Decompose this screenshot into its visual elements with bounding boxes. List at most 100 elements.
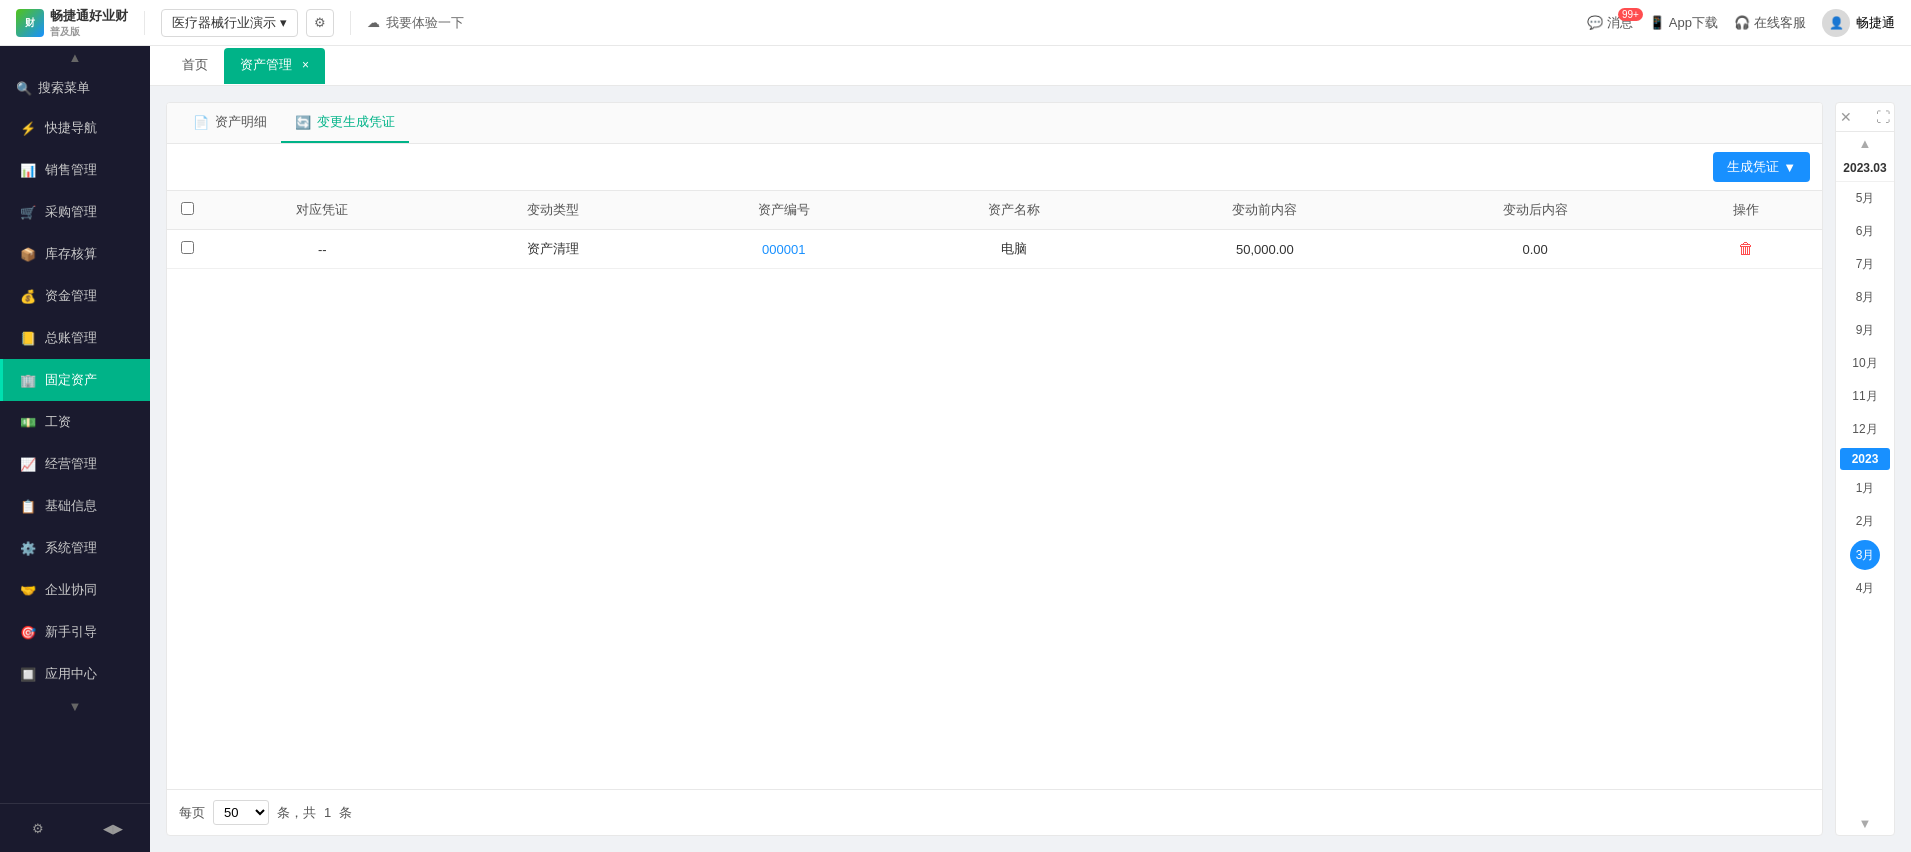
header-before-change: 变动前内容	[1130, 191, 1400, 230]
sidebar-item-app-center[interactable]: 🔲 应用中心	[0, 653, 150, 695]
sidebar-item-sales[interactable]: 📊 销售管理	[0, 149, 150, 191]
sidebar-bottom: ⚙ ◀▶	[0, 803, 150, 852]
experience-button[interactable]: ☁ 我要体验一下	[367, 14, 464, 32]
timeline-month-5[interactable]: 5月	[1836, 182, 1894, 215]
pagination-bar: 每页 50 10 20 100 条，共 1 条	[167, 789, 1822, 835]
pagination-separator: 条，共	[277, 804, 316, 822]
content-area: 首页 资产管理 × 📄 资产明细 🔄 变更生成凭证	[150, 46, 1911, 852]
ledger-icon: 📒	[19, 329, 37, 347]
timeline-month-6[interactable]: 6月	[1836, 215, 1894, 248]
pagination-unit: 条	[339, 804, 352, 822]
customer-service-button[interactable]: 🎧 在线客服	[1734, 14, 1806, 32]
sidebar-label-app-center: 应用中心	[45, 665, 97, 683]
download-icon: 📱	[1649, 15, 1665, 30]
settings-button[interactable]: ⚙	[22, 812, 54, 844]
row-checkbox[interactable]	[181, 241, 194, 254]
sidebar-label-guide: 新手引导	[45, 623, 97, 641]
tab-home[interactable]: 首页	[166, 48, 224, 84]
sidebar-item-quick-nav[interactable]: ⚡ 快捷导航	[0, 107, 150, 149]
cell-voucher: --	[207, 230, 438, 269]
timeline-close-button[interactable]: ✕	[1840, 109, 1852, 125]
timeline-month-1[interactable]: 1月	[1836, 472, 1894, 505]
guide-icon: 🎯	[19, 623, 37, 641]
timeline-year-2023[interactable]: 2023	[1840, 448, 1890, 470]
row-checkbox-cell	[167, 230, 207, 269]
app-download-label: App下载	[1669, 14, 1718, 32]
cell-before-change: 50,000.00	[1130, 230, 1400, 269]
messages-button[interactable]: 💬 消息 99+	[1587, 14, 1633, 32]
company-selector[interactable]: 医疗器械行业演示 ▾	[161, 9, 298, 37]
data-table: 对应凭证 变动类型 资产编号 资产名称	[167, 191, 1822, 269]
timeline-year-header: 2023.03	[1836, 155, 1894, 182]
sidebar-item-ledger[interactable]: 📒 总账管理	[0, 317, 150, 359]
sidebar-item-enterprise[interactable]: 🤝 企业协同	[0, 569, 150, 611]
sidebar-item-inventory[interactable]: 📦 库存核算	[0, 233, 150, 275]
app-name: 畅捷通好业财	[50, 7, 128, 25]
cloud-icon: ☁	[367, 15, 380, 30]
basic-info-icon: 📋	[19, 497, 37, 515]
header-right: 💬 消息 99+ 📱 App下载 🎧 在线客服 👤 畅捷通	[1587, 9, 1895, 37]
app-center-icon: 🔲	[19, 665, 37, 683]
per-page-label: 每页	[179, 804, 205, 822]
timeline-month-3-active[interactable]: 3月	[1850, 540, 1880, 570]
generate-voucher-button[interactable]: 生成凭证 ▼	[1713, 152, 1810, 182]
timeline-scroll-up[interactable]: ▲	[1855, 132, 1876, 155]
timeline-month-8[interactable]: 8月	[1836, 281, 1894, 314]
inner-tab1-label: 资产明细	[215, 113, 267, 131]
sidebar-scroll-down[interactable]: ▼	[0, 695, 150, 718]
tab-close-button[interactable]: ×	[302, 58, 309, 72]
timeline-month-11[interactable]: 11月	[1836, 380, 1894, 413]
avatar: 👤	[1822, 9, 1850, 37]
table-body: -- 资产清理 000001 电脑 50,000.00 0.00 🗑	[167, 230, 1822, 269]
delete-button[interactable]: 🗑	[1738, 240, 1754, 257]
company-name: 医疗器械行业演示	[172, 14, 276, 32]
page-size-select[interactable]: 50 10 20 100	[213, 800, 269, 825]
sidebar-item-finance[interactable]: 💰 资金管理	[0, 275, 150, 317]
collapse-button[interactable]: ◀▶	[97, 812, 129, 844]
inner-tab-asset-detail[interactable]: 📄 资产明细	[179, 103, 281, 143]
app-download-button[interactable]: 📱 App下载	[1649, 14, 1718, 32]
payroll-icon: 💵	[19, 413, 37, 431]
asset-detail-icon: 📄	[193, 114, 209, 130]
purchase-icon: 🛒	[19, 203, 37, 221]
timeline-month-7[interactable]: 7月	[1836, 248, 1894, 281]
fixed-assets-icon: 🏢	[19, 371, 37, 389]
inner-tabs: 📄 资产明细 🔄 变更生成凭证	[167, 103, 1822, 144]
sidebar-label-payroll: 工资	[45, 413, 71, 431]
timeline-month-9[interactable]: 9月	[1836, 314, 1894, 347]
generate-voucher-icon: 🔄	[295, 114, 311, 130]
page-content: 📄 资产明细 🔄 变更生成凭证 生成凭证 ▼	[150, 86, 1911, 852]
settings-gear-button[interactable]: ⚙	[306, 9, 334, 37]
timeline-expand-button[interactable]: ⛶	[1876, 109, 1890, 125]
header-action: 操作	[1670, 191, 1822, 230]
header-checkbox-cell	[167, 191, 207, 230]
tab-asset-management[interactable]: 资产管理 ×	[224, 48, 325, 84]
timeline-month-2[interactable]: 2月	[1836, 505, 1894, 538]
timeline-month-12[interactable]: 12月	[1836, 413, 1894, 446]
user-info[interactable]: 👤 畅捷通	[1822, 9, 1895, 37]
timeline-scroll-down[interactable]: ▼	[1855, 812, 1876, 835]
sidebar-item-guide[interactable]: 🎯 新手引导	[0, 611, 150, 653]
messages-badge: 99+	[1618, 8, 1643, 21]
sidebar-item-basic-info[interactable]: 📋 基础信息	[0, 485, 150, 527]
sidebar-search[interactable]: 🔍 搜索菜单	[0, 69, 150, 107]
header-change-type: 变动类型	[438, 191, 669, 230]
timeline-month-10[interactable]: 10月	[1836, 347, 1894, 380]
sidebar-label-ledger: 总账管理	[45, 329, 97, 347]
timeline-month-4[interactable]: 4月	[1836, 572, 1894, 605]
table-container: 对应凭证 变动类型 资产编号 资产名称	[167, 191, 1822, 789]
customer-service-label: 在线客服	[1754, 14, 1806, 32]
main-layout: ▲ 🔍 搜索菜单 ⚡ 快捷导航 📊 销售管理 🛒 采购管理 📦 库存核算 💰 资…	[0, 46, 1911, 852]
sidebar-item-purchase[interactable]: 🛒 采购管理	[0, 191, 150, 233]
sidebar-item-business[interactable]: 📈 经营管理	[0, 443, 150, 485]
sidebar-label-business: 经营管理	[45, 455, 97, 473]
select-all-checkbox[interactable]	[181, 202, 194, 215]
inner-tab-generate-voucher[interactable]: 🔄 变更生成凭证	[281, 103, 409, 143]
sidebar-item-system[interactable]: ⚙️ 系统管理	[0, 527, 150, 569]
message-icon: 💬	[1587, 15, 1603, 30]
sidebar-item-payroll[interactable]: 💵 工资	[0, 401, 150, 443]
sidebar-scroll-up[interactable]: ▲	[0, 46, 150, 69]
enterprise-icon: 🤝	[19, 581, 37, 599]
timeline-panel: ✕ ⛶ ▲ 2023.03 5月 6月 7月 8月 9月 10月 11月 12月…	[1835, 102, 1895, 836]
sidebar-item-fixed-assets[interactable]: 🏢 固定资产	[0, 359, 150, 401]
